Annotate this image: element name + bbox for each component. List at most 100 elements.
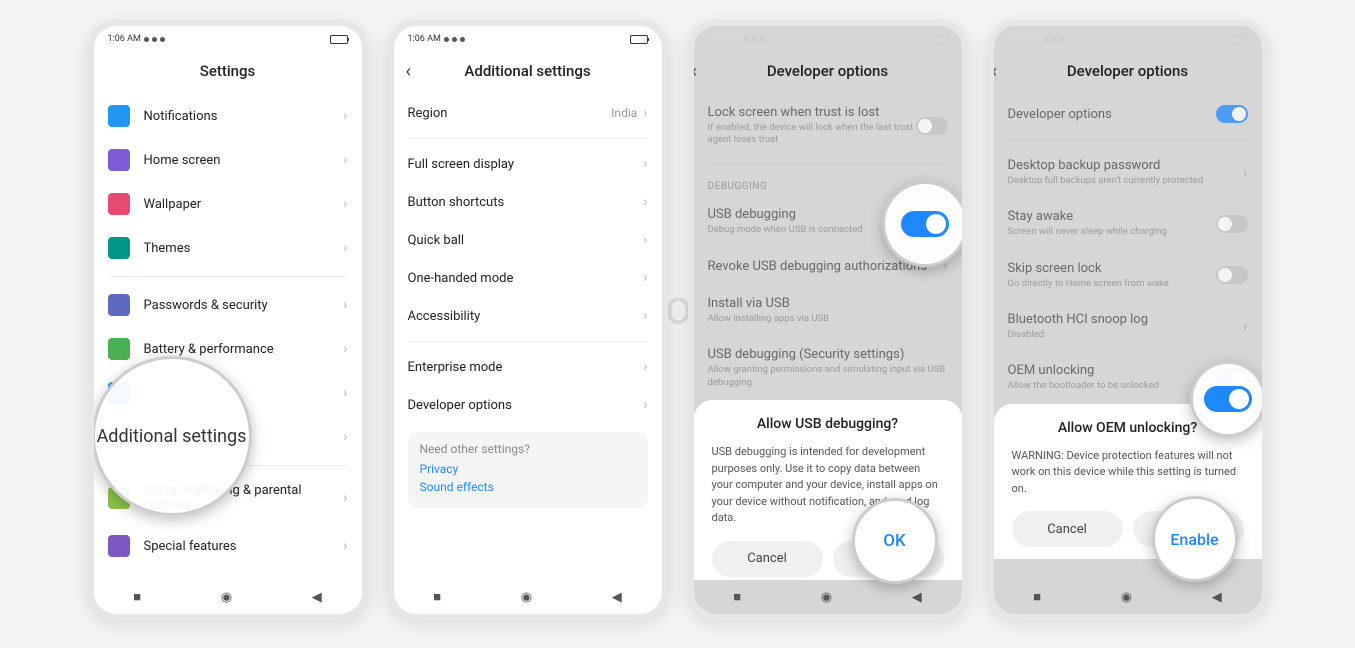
list-item[interactable]: Developer options›: [408, 386, 648, 424]
dialog-body: WARNING: Device protection features will…: [1012, 448, 1244, 498]
nav-recent-icon[interactable]: ■: [733, 589, 741, 605]
chevron-right-icon: ›: [1243, 165, 1247, 181]
toggle-switch[interactable]: [1216, 266, 1248, 284]
label: Region: [408, 106, 612, 121]
nav-back-icon[interactable]: ◀: [612, 590, 622, 605]
back-button[interactable]: ‹: [692, 61, 697, 82]
list-item[interactable]: Passwords & security›: [108, 283, 348, 327]
settings-list[interactable]: Notifications›Home screen›Wallpaper›Them…: [94, 94, 362, 580]
list-item[interactable]: Quick ball›: [408, 221, 648, 259]
highlight-usb-toggle: [882, 181, 968, 267]
back-button[interactable]: ‹: [406, 61, 411, 82]
card-other-settings: Need other settings? Privacy Sound effec…: [408, 432, 648, 508]
nav-bar[interactable]: ■ ◉ ◀: [394, 580, 662, 614]
value: India: [611, 106, 637, 120]
label: Passwords & security: [144, 298, 344, 313]
chevron-right-icon: ›: [343, 490, 347, 506]
chevron-right-icon: ›: [1243, 319, 1247, 335]
phone-additional-settings: 1:06 AM ‹ Additional settings Region Ind…: [388, 20, 668, 620]
chevron-right-icon: ›: [343, 196, 347, 212]
chevron-right-icon: ›: [343, 240, 347, 256]
nav-home-icon[interactable]: ◉: [1121, 590, 1132, 605]
label: Button shortcuts: [408, 195, 644, 210]
app-icon: [108, 193, 130, 215]
status-time: 1:06 AM: [408, 34, 441, 44]
nav-bar[interactable]: ■ ◉ ◀: [694, 580, 962, 614]
app-icon: [108, 105, 130, 127]
label: Skip screen lock: [1008, 261, 1216, 276]
status-time: 1:06 AM: [108, 34, 141, 44]
nav-recent-icon[interactable]: ■: [133, 589, 141, 605]
label: Developer options: [1008, 107, 1216, 122]
sublabel: Allow granting permissions and simulatin…: [708, 364, 948, 389]
status-bar: 1:06 AM: [394, 26, 662, 48]
list-item[interactable]: Special features›: [108, 524, 348, 568]
status-bar: 1:07 AM: [694, 26, 962, 48]
sublabel: Desktop full backups aren't currently pr…: [1008, 175, 1244, 187]
chevron-right-icon: ›: [643, 232, 647, 248]
list-item[interactable]: Bluetooth HCI snoop logDisabled›: [1008, 301, 1248, 352]
nav-home-icon[interactable]: ◉: [821, 590, 832, 605]
list-item[interactable]: Stay awakeScreen will never sleep while …: [1008, 198, 1248, 249]
chevron-right-icon: ›: [343, 385, 347, 401]
nav-bar[interactable]: ■ ◉ ◀: [94, 580, 362, 614]
sublabel: Allow installing apps via USB: [708, 313, 948, 325]
label: Lock screen when trust is lost: [708, 105, 916, 120]
list-item[interactable]: Developer options: [1008, 94, 1248, 134]
toggle-switch[interactable]: [916, 117, 948, 135]
page-title: Additional settings: [464, 62, 590, 80]
list-item[interactable]: Full screen display›: [408, 145, 648, 183]
chevron-right-icon: ›: [343, 108, 347, 124]
row-region[interactable]: Region India ›: [408, 94, 648, 132]
settings-list[interactable]: Region India › Full screen display›Butto…: [394, 94, 662, 580]
divider: [708, 164, 948, 165]
chevron-right-icon: ›: [343, 341, 347, 357]
list-item[interactable]: Accessibility›: [408, 297, 648, 335]
nav-recent-icon[interactable]: ■: [1033, 589, 1041, 605]
toggle-switch[interactable]: [1216, 105, 1248, 123]
label: Themes: [144, 241, 344, 256]
link-sound-effects[interactable]: Sound effects: [420, 480, 636, 494]
app-icon: [108, 294, 130, 316]
list-item[interactable]: Button shortcuts›: [408, 183, 648, 221]
phone-developer-options-usb: 1:07 AM ‹ Developer options Lock screen …: [688, 20, 968, 620]
nav-recent-icon[interactable]: ■: [433, 589, 441, 605]
header: Settings: [94, 48, 362, 94]
list-item[interactable]: Lock screen when trust is lostIf enabled…: [708, 94, 948, 158]
toggle-switch[interactable]: [1216, 215, 1248, 233]
app-icon: [108, 149, 130, 171]
list-item[interactable]: Install via USBAllow installing apps via…: [708, 285, 948, 336]
status-bar: 1:06 AM: [94, 26, 362, 48]
list-item[interactable]: One-handed mode›: [408, 259, 648, 297]
sublabel: Screen will never sleep while charging: [1008, 226, 1216, 238]
list-item[interactable]: USB debugging (Security settings)Allow g…: [708, 336, 948, 400]
battery-icon: [930, 35, 948, 44]
divider: [108, 276, 348, 277]
list-item[interactable]: Wallpaper›: [108, 182, 348, 226]
chevron-right-icon: ›: [643, 270, 647, 286]
cancel-button[interactable]: Cancel: [1012, 511, 1123, 547]
link-privacy[interactable]: Privacy: [420, 462, 636, 476]
chevron-right-icon: ›: [643, 194, 647, 210]
list-item[interactable]: Notifications›: [108, 94, 348, 138]
sublabel: Disabled: [1008, 329, 1244, 341]
list-item[interactable]: Themes›: [108, 226, 348, 270]
card-heading: Need other settings?: [420, 442, 636, 456]
list-item[interactable]: Skip screen lockGo directly to Home scre…: [1008, 250, 1248, 301]
header: ‹ Additional settings: [394, 48, 662, 94]
nav-home-icon[interactable]: ◉: [221, 590, 232, 605]
chevron-right-icon: ›: [343, 538, 347, 554]
nav-back-icon[interactable]: ◀: [912, 590, 922, 605]
cancel-button[interactable]: Cancel: [712, 541, 823, 577]
list-item[interactable]: Enterprise mode›: [408, 348, 648, 386]
phone-developer-options-oem: 1:07 AM ‹ Developer options Developer op…: [988, 20, 1268, 620]
nav-bar[interactable]: ■ ◉ ◀: [994, 580, 1262, 614]
list-item[interactable]: Home screen›: [108, 138, 348, 182]
nav-home-icon[interactable]: ◉: [521, 590, 532, 605]
nav-back-icon[interactable]: ◀: [312, 590, 322, 605]
list-item[interactable]: Desktop backup passwordDesktop full back…: [1008, 147, 1248, 198]
label: Home screen: [144, 153, 344, 168]
label: Quick ball: [408, 233, 644, 248]
back-button[interactable]: ‹: [992, 61, 997, 82]
nav-back-icon[interactable]: ◀: [1212, 590, 1222, 605]
